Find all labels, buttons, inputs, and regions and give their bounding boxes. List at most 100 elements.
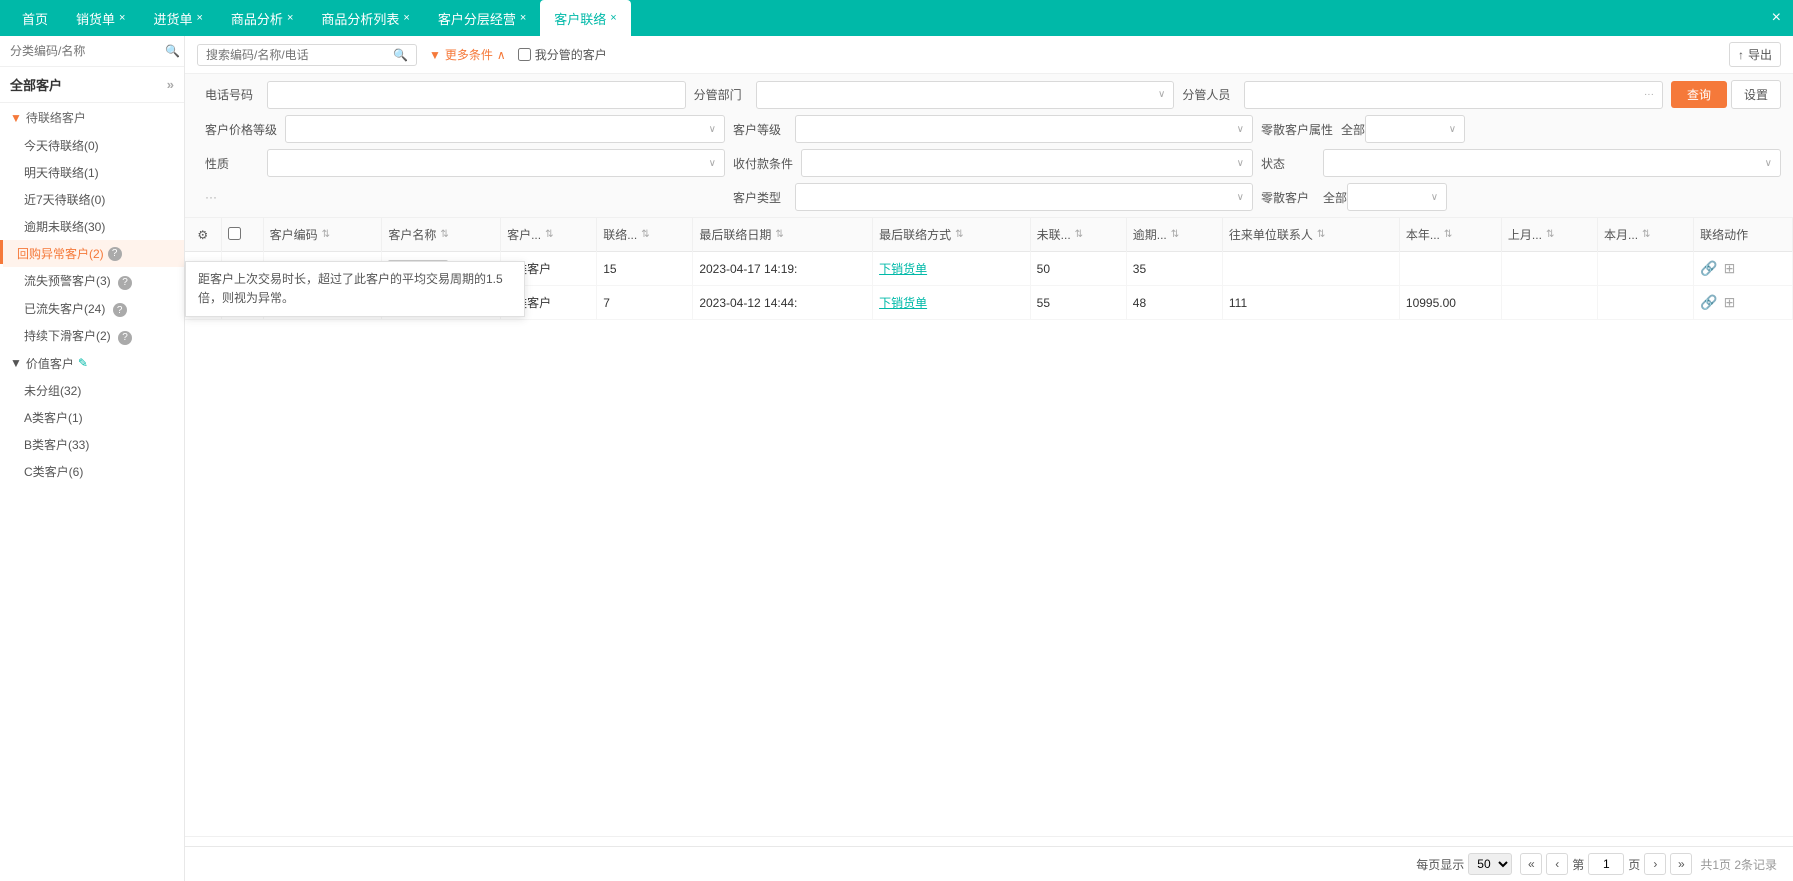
sidebar-search-icon[interactable]: 🔍 <box>165 44 180 58</box>
per-page-select[interactable]: 50 <box>1468 853 1512 875</box>
already-lost-info-icon[interactable]: ? <box>113 303 127 317</box>
my-customer-checkbox[interactable] <box>518 48 531 61</box>
search-input[interactable] <box>206 48 393 62</box>
filter-payment-select[interactable]: ∨ <box>801 149 1253 177</box>
filter-status-select[interactable]: ∨ <box>1323 149 1781 177</box>
row2-method-link[interactable]: 下销货单 <box>879 296 927 310</box>
setting-button[interactable]: 设置 <box>1731 80 1781 109</box>
row1-link-icon[interactable]: 🔗 <box>1700 260 1717 277</box>
nav-customer-segmentation[interactable]: 客户分层经营 × <box>424 0 540 36</box>
row1-contact-person <box>1222 252 1399 286</box>
page-number-input[interactable] <box>1588 853 1624 875</box>
lost-warning-info-icon[interactable]: ? <box>118 276 132 290</box>
sidebar-lost-warning[interactable]: 流失预警客户(3) ? <box>0 267 184 295</box>
declining-info-icon[interactable]: ? <box>118 331 132 345</box>
anomaly-info-icon[interactable]: ? <box>108 247 122 261</box>
sidebar-value-group[interactable]: ▼ 价值客户 ✎ <box>0 350 184 377</box>
col-header-overdue[interactable]: 逾期... ⇅ <box>1126 218 1222 252</box>
sidebar-today-pending[interactable]: 今天待联络(0) <box>0 132 184 159</box>
col-header-name[interactable]: 客户名称 ⇅ <box>382 218 501 252</box>
sidebar-b-class[interactable]: B类客户(33) <box>0 431 184 458</box>
col-header-contact-count[interactable]: 联络... ⇅ <box>597 218 693 252</box>
nav-purchase-order[interactable]: 进货单 × <box>139 0 216 36</box>
nav-home[interactable]: 首页 <box>8 0 62 36</box>
content-area: 🔍 ▼ 更多条件 ∧ 我分管的客户 ↑ 导出 电话号码 <box>185 36 1793 881</box>
filter-retail-attr-select[interactable]: ∨ <box>1365 115 1465 143</box>
first-page-button[interactable]: « <box>1520 853 1542 875</box>
window-close-icon[interactable]: × <box>1772 9 1781 27</box>
bottom-scrollbar[interactable] <box>185 836 1793 846</box>
page-label: 第 <box>1572 856 1584 873</box>
row2-link-icon[interactable]: 🔗 <box>1700 294 1717 311</box>
nav-close-segmentation[interactable]: × <box>520 12 526 24</box>
next-page-button[interactable]: › <box>1644 853 1666 875</box>
filter-retail-customer-select[interactable]: ∨ <box>1347 183 1447 211</box>
nav-product-analysis[interactable]: 商品分析 × <box>217 0 307 36</box>
row1-method-link[interactable]: 下销货单 <box>879 262 927 276</box>
col-settings[interactable]: ⚙ <box>185 218 221 252</box>
row2-last-method[interactable]: 下销货单 <box>873 286 1031 320</box>
filter-branch-person-select[interactable]: ··· <box>1244 81 1663 109</box>
filter-customer-grade-select[interactable]: ∨ <box>795 115 1253 143</box>
sidebar-anomaly-item[interactable]: 回购异常客户(2) ? <box>3 240 184 267</box>
sidebar-a-class[interactable]: A类客户(1) <box>0 404 184 431</box>
nav-close-purchase[interactable]: × <box>196 12 202 24</box>
nav-sales-order[interactable]: 销货单 × <box>62 0 139 36</box>
col-header-customer-type[interactable]: 客户... ⇅ <box>501 218 597 252</box>
col-header-code[interactable]: 客户编码 ⇅ <box>263 218 382 252</box>
more-conditions-button[interactable]: ▼ 更多条件 ∧ <box>429 46 506 63</box>
row2-this-month <box>1598 286 1694 320</box>
filter-branch-dept-select[interactable]: ∨ <box>756 81 1175 109</box>
value-group-edit-icon[interactable]: ✎ <box>78 356 88 370</box>
col-header-uncontacted[interactable]: 未联... ⇅ <box>1030 218 1126 252</box>
sidebar-search-input[interactable] <box>10 44 165 58</box>
sidebar-all-customers[interactable]: 全部客户 » <box>0 67 184 103</box>
row1-uncontacted: 50 <box>1030 252 1126 286</box>
sidebar-c-class[interactable]: C类客户(6) <box>0 458 184 485</box>
export-button[interactable]: ↑ 导出 <box>1729 42 1781 67</box>
search-box[interactable]: 🔍 <box>197 44 417 66</box>
prev-page-button[interactable]: ‹ <box>1546 853 1568 875</box>
select-all-checkbox[interactable] <box>228 227 241 240</box>
sidebar-7day-pending[interactable]: 近7天待联络(0) <box>0 186 184 213</box>
price-grade-down-arrow: ∨ <box>709 124 716 135</box>
sidebar-declining[interactable]: 持续下滑客户(2) ? <box>0 322 184 350</box>
col-header-last-method[interactable]: 最后联络方式 ⇅ <box>873 218 1031 252</box>
col-header-contact-person[interactable]: 往来单位联系人 ⇅ <box>1222 218 1399 252</box>
table-settings-icon[interactable]: ⚙ <box>197 228 208 242</box>
sidebar-overdue-pending[interactable]: 逾期未联络(30) <box>0 213 184 240</box>
nav-customer-contact[interactable]: 客户联络 × <box>540 0 630 36</box>
filter-customer-type-select[interactable]: ∨ <box>795 183 1253 211</box>
nav-close-contact[interactable]: × <box>610 12 616 24</box>
my-customer-checkbox-label[interactable]: 我分管的客户 <box>518 46 607 63</box>
sort-contact-icon: ⇅ <box>641 229 649 240</box>
nav-close-product-list[interactable]: × <box>403 12 409 24</box>
sidebar-pending-group[interactable]: ▼ 待联络客户 <box>0 103 184 132</box>
col-select-all[interactable] <box>221 218 263 252</box>
search-submit-icon[interactable]: 🔍 <box>393 48 408 62</box>
filter-phone-input[interactable] <box>267 81 686 109</box>
pagination-bar: 每页显示 50 « ‹ 第 页 › » 共1页 2条记录 <box>185 846 1793 881</box>
filter-row-4: ··· 客户类型 ∨ 零散客户 全部 ∨ <box>197 183 1781 211</box>
filter-gender-select[interactable]: ∨ <box>267 149 725 177</box>
sidebar-anomaly-row[interactable]: 回购异常客户(2) ? <box>0 240 184 267</box>
row2-grid-icon[interactable]: ⊞ <box>1724 294 1736 311</box>
sidebar-tomorrow-pending[interactable]: 明天待联络(1) <box>0 159 184 186</box>
retail-customer-down-arrow: ∨ <box>1431 192 1438 203</box>
col-header-last-date[interactable]: 最后联络日期 ⇅ <box>693 218 873 252</box>
col-header-last-month[interactable]: 上月... ⇅ <box>1501 218 1597 252</box>
col-header-this-month[interactable]: 本月... ⇅ <box>1598 218 1694 252</box>
filter-price-grade-select[interactable]: ∨ <box>285 115 725 143</box>
row1-last-method[interactable]: 下销货单 <box>873 252 1031 286</box>
nav-product-analysis-list[interactable]: 商品分析列表 × <box>307 0 423 36</box>
query-button[interactable]: 查询 <box>1671 81 1727 108</box>
col-header-this-year[interactable]: 本年... ⇅ <box>1399 218 1501 252</box>
sidebar-collapse-icon[interactable]: » <box>167 77 174 92</box>
nav-close-sales[interactable]: × <box>119 12 125 24</box>
nav-close-product-analysis[interactable]: × <box>287 12 293 24</box>
last-page-button[interactable]: » <box>1670 853 1692 875</box>
sidebar-ungroup[interactable]: 未分组(32) <box>0 377 184 404</box>
row1-grid-icon[interactable]: ⊞ <box>1724 260 1736 277</box>
sidebar-search-box[interactable]: 🔍 <box>0 36 184 67</box>
sidebar-already-lost[interactable]: 已流失客户(24) ? <box>0 295 184 323</box>
